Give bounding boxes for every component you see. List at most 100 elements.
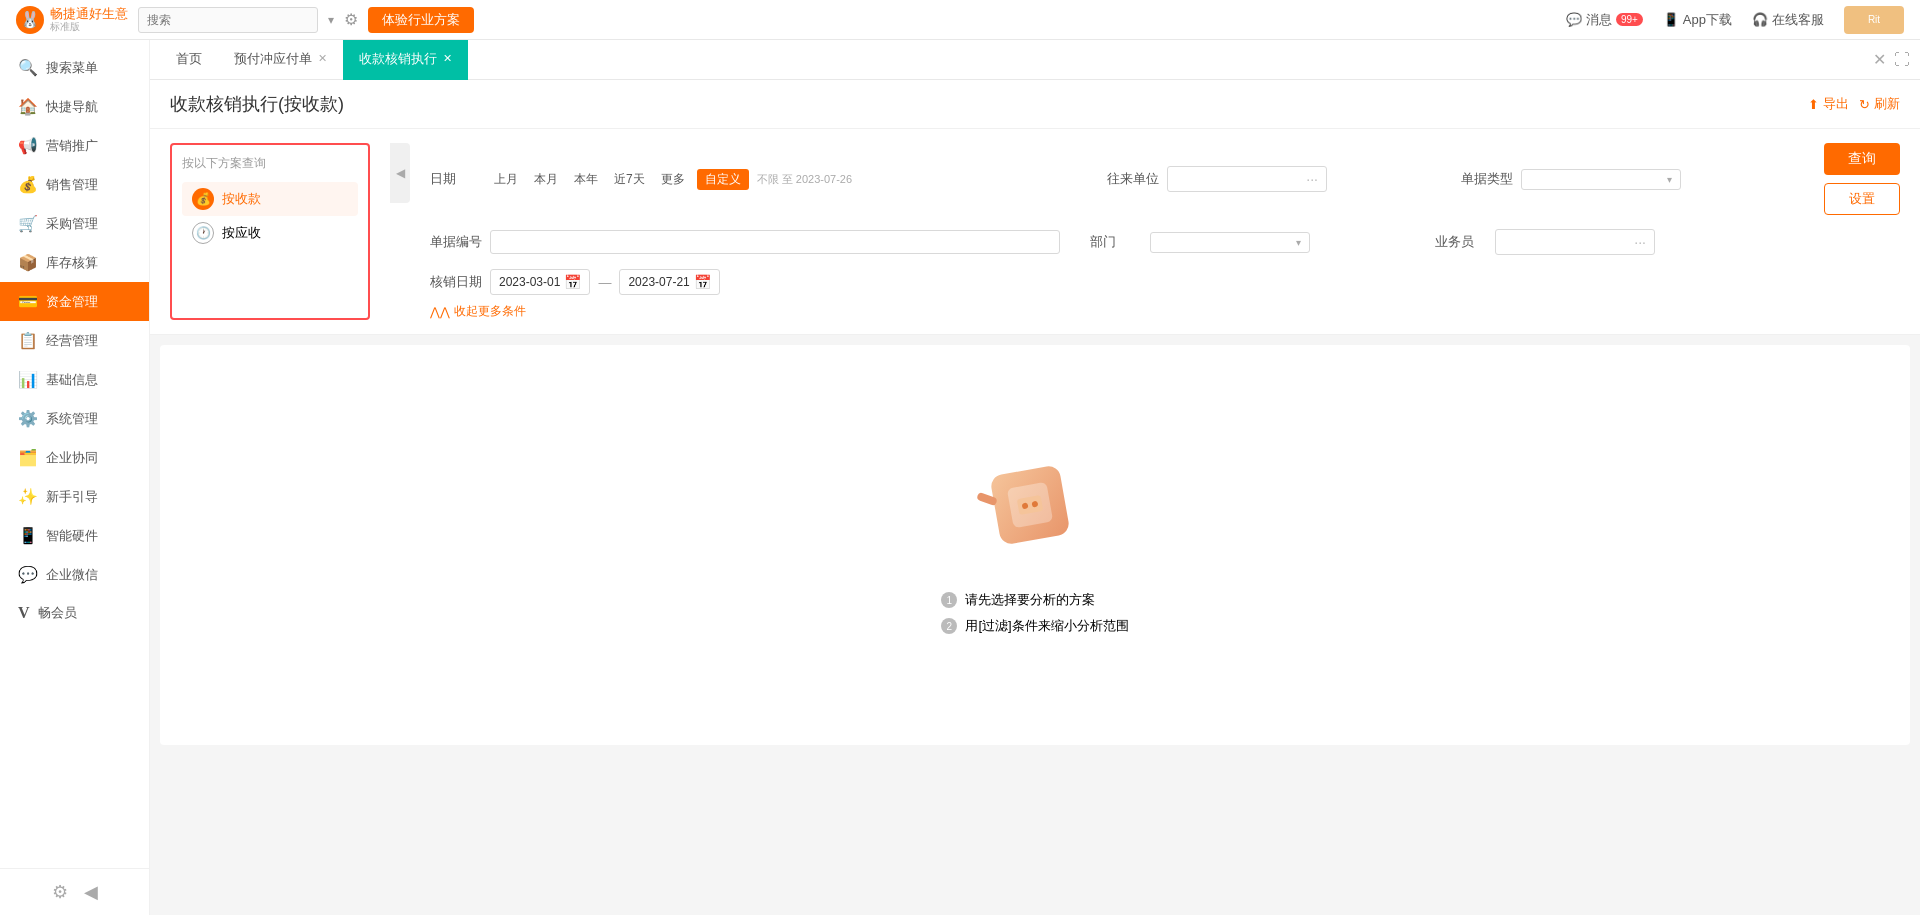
date-label: 日期 bbox=[430, 170, 482, 188]
date-btn-custom[interactable]: 自定义 bbox=[697, 169, 749, 190]
counterparty-filter: 往来单位 ··· bbox=[1107, 166, 1431, 192]
online-service-label: 在线客服 bbox=[1772, 11, 1824, 29]
brand: 🐰 畅捷通好生意 标准版 bbox=[16, 6, 128, 34]
order-type-filter: 单据类型 ▾ bbox=[1461, 169, 1785, 190]
sidebar-item-marketing[interactable]: 📢 营销推广 bbox=[0, 126, 149, 165]
sidebar-item-search[interactable]: 🔍 搜索菜单 bbox=[0, 48, 149, 87]
sidebar-item-wechat[interactable]: 💬 企业微信 bbox=[0, 555, 149, 594]
tab-collection-close-icon[interactable]: ✕ bbox=[443, 52, 452, 65]
app-download-btn[interactable]: 📱 App下载 bbox=[1663, 11, 1732, 29]
sidebar-item-label: 新手引导 bbox=[46, 488, 98, 506]
order-type-select[interactable]: ▾ bbox=[1521, 169, 1681, 190]
salesman-dots-icon: ··· bbox=[1634, 234, 1646, 250]
dept-label: 部门 bbox=[1090, 233, 1142, 251]
date-btn-more[interactable]: 更多 bbox=[657, 169, 689, 190]
verify-date-end: 2023-07-21 bbox=[628, 275, 689, 289]
tab-prepay[interactable]: 预付冲应付单 ✕ bbox=[218, 40, 343, 80]
cal-start-icon[interactable]: 📅 bbox=[564, 274, 581, 290]
data-area: 1 请先选择要分析的方案 2 用[过滤]条件来缩小分析范围 bbox=[160, 345, 1910, 745]
sidebar-item-guide[interactable]: ✨ 新手引导 bbox=[0, 477, 149, 516]
filter-fields: 日期 上月 本月 本年 近7天 更多 自定义 bbox=[410, 143, 1900, 320]
sidebar-item-finance[interactable]: 💳 资金管理 bbox=[0, 282, 149, 321]
trial-btn[interactable]: 体验行业方案 bbox=[368, 7, 474, 33]
counterparty-dots-icon: ··· bbox=[1306, 171, 1318, 187]
order-no-input[interactable] bbox=[490, 230, 1060, 254]
tab-collection[interactable]: 收款核销执行 ✕ bbox=[343, 40, 468, 80]
settings-icon[interactable]: ⚙ bbox=[344, 10, 358, 29]
sidebar-item-label: 营销推广 bbox=[46, 137, 98, 155]
sidebar-item-inventory[interactable]: 📦 库存核算 bbox=[0, 243, 149, 282]
sidebar-item-label: 系统管理 bbox=[46, 410, 98, 428]
tab-prepay-close-icon[interactable]: ✕ bbox=[318, 52, 327, 65]
sidebar-collapse-icon[interactable]: ◀ bbox=[84, 881, 98, 903]
tab-bar: 首页 预付冲应付单 ✕ 收款核销执行 ✕ ✕ ⛶ bbox=[150, 40, 1920, 80]
date-btn-this-month[interactable]: 本月 bbox=[530, 169, 562, 190]
dropdown-arrow-icon[interactable]: ▾ bbox=[328, 13, 334, 27]
export-btn[interactable]: ⬆ 导出 bbox=[1808, 95, 1849, 113]
brand-logo: 🐰 bbox=[16, 6, 44, 34]
sidebar-item-basic-info[interactable]: 📊 基础信息 bbox=[0, 360, 149, 399]
filter-row-2: 单据编号 部门 ▾ bbox=[430, 229, 1900, 255]
order-type-arrow-icon: ▾ bbox=[1667, 174, 1672, 185]
refresh-btn[interactable]: ↻ 刷新 bbox=[1859, 95, 1900, 113]
user-avatar[interactable]: Rit bbox=[1844, 6, 1904, 34]
top-bar-right: 💬 消息 99+ 📱 App下载 🎧 在线客服 Rit bbox=[1566, 6, 1904, 34]
sidebar-item-hardware[interactable]: 📱 智能硬件 bbox=[0, 516, 149, 555]
sidebar-item-system[interactable]: ⚙️ 系统管理 bbox=[0, 399, 149, 438]
tip-1-text: 请先选择要分析的方案 bbox=[965, 591, 1095, 609]
sidebar-item-label: 销售管理 bbox=[46, 176, 98, 194]
date-btn-last-month[interactable]: 上月 bbox=[490, 169, 522, 190]
filter-query-title: 按以下方案查询 bbox=[182, 155, 358, 172]
inventory-icon: 📦 bbox=[18, 253, 38, 272]
hardware-icon: 📱 bbox=[18, 526, 38, 545]
verify-date-filter: 核销日期 2023-03-01 📅 — 2023-07-21 bbox=[430, 269, 1060, 295]
page-header-actions: ⬆ 导出 ↻ 刷新 bbox=[1808, 95, 1900, 113]
receivable-icon: 🕐 bbox=[192, 222, 214, 244]
sidebar-item-sales[interactable]: 💰 销售管理 bbox=[0, 165, 149, 204]
sidebar-item-member[interactable]: V 畅会员 bbox=[0, 594, 149, 632]
message-btn[interactable]: 💬 消息 99+ bbox=[1566, 11, 1643, 29]
brand-edition: 标准版 bbox=[50, 21, 128, 33]
sidebar-item-quick-nav[interactable]: 🏠 快捷导航 bbox=[0, 87, 149, 126]
date-no-limit: 不限 至 2023-07-26 bbox=[757, 172, 852, 187]
tab-home[interactable]: 首页 bbox=[160, 40, 218, 80]
setting-btn[interactable]: 设置 bbox=[1824, 183, 1900, 215]
sidebar-settings-icon[interactable]: ⚙ bbox=[52, 881, 68, 903]
search-input[interactable] bbox=[138, 7, 318, 33]
filter-option-by-collection[interactable]: 💰 按收款 bbox=[182, 182, 358, 216]
filter-section: 按以下方案查询 💰 按收款 🕐 按应收 ◀ bbox=[150, 129, 1920, 335]
tab-close-all-icon[interactable]: ✕ bbox=[1873, 50, 1886, 69]
verify-date-start-wrap[interactable]: 2023-03-01 📅 bbox=[490, 269, 590, 295]
sidebar-item-label: 资金管理 bbox=[46, 293, 98, 311]
date-quick-options: 上月 本月 本年 近7天 更多 自定义 bbox=[490, 169, 749, 190]
more-conditions-btn[interactable]: ⋀⋀ 收起更多条件 bbox=[430, 303, 526, 320]
verify-date-start: 2023-03-01 bbox=[499, 275, 560, 289]
sidebar-item-enterprise[interactable]: 🗂️ 企业协同 bbox=[0, 438, 149, 477]
filter-option-by-receivable[interactable]: 🕐 按应收 bbox=[182, 216, 358, 250]
tab-fullscreen-icon[interactable]: ⛶ bbox=[1894, 51, 1910, 69]
query-btn[interactable]: 查询 bbox=[1824, 143, 1900, 175]
sidebar-item-label: 库存核算 bbox=[46, 254, 98, 272]
sidebar-item-operation[interactable]: 📋 经营管理 bbox=[0, 321, 149, 360]
tab-home-label: 首页 bbox=[176, 50, 202, 68]
message-badge: 99+ bbox=[1616, 13, 1643, 26]
online-service-btn[interactable]: 🎧 在线客服 bbox=[1752, 11, 1824, 29]
sidebar-item-label: 采购管理 bbox=[46, 215, 98, 233]
verify-date-end-wrap[interactable]: 2023-07-21 📅 bbox=[619, 269, 719, 295]
collapse-icon: ◀ bbox=[396, 166, 405, 180]
salesman-select[interactable]: ··· bbox=[1495, 229, 1655, 255]
tab-bar-right: ✕ ⛶ bbox=[1873, 50, 1910, 69]
cal-end-icon[interactable]: 📅 bbox=[694, 274, 711, 290]
date-btn-7days[interactable]: 近7天 bbox=[610, 169, 649, 190]
counterparty-label: 往来单位 bbox=[1107, 170, 1159, 188]
filter-collapse-btn[interactable]: ◀ bbox=[390, 143, 410, 203]
verify-date-label: 核销日期 bbox=[430, 273, 482, 291]
sidebar-item-purchase[interactable]: 🛒 采购管理 bbox=[0, 204, 149, 243]
guide-icon: ✨ bbox=[18, 487, 38, 506]
headset-icon: 🎧 bbox=[1752, 12, 1768, 27]
date-btn-this-year[interactable]: 本年 bbox=[570, 169, 602, 190]
filter-option-collection-label: 按收款 bbox=[222, 190, 261, 208]
dept-select[interactable]: ▾ bbox=[1150, 232, 1310, 253]
counterparty-select[interactable]: ··· bbox=[1167, 166, 1327, 192]
verify-date-range: 2023-03-01 📅 — 2023-07-21 📅 bbox=[490, 269, 720, 295]
